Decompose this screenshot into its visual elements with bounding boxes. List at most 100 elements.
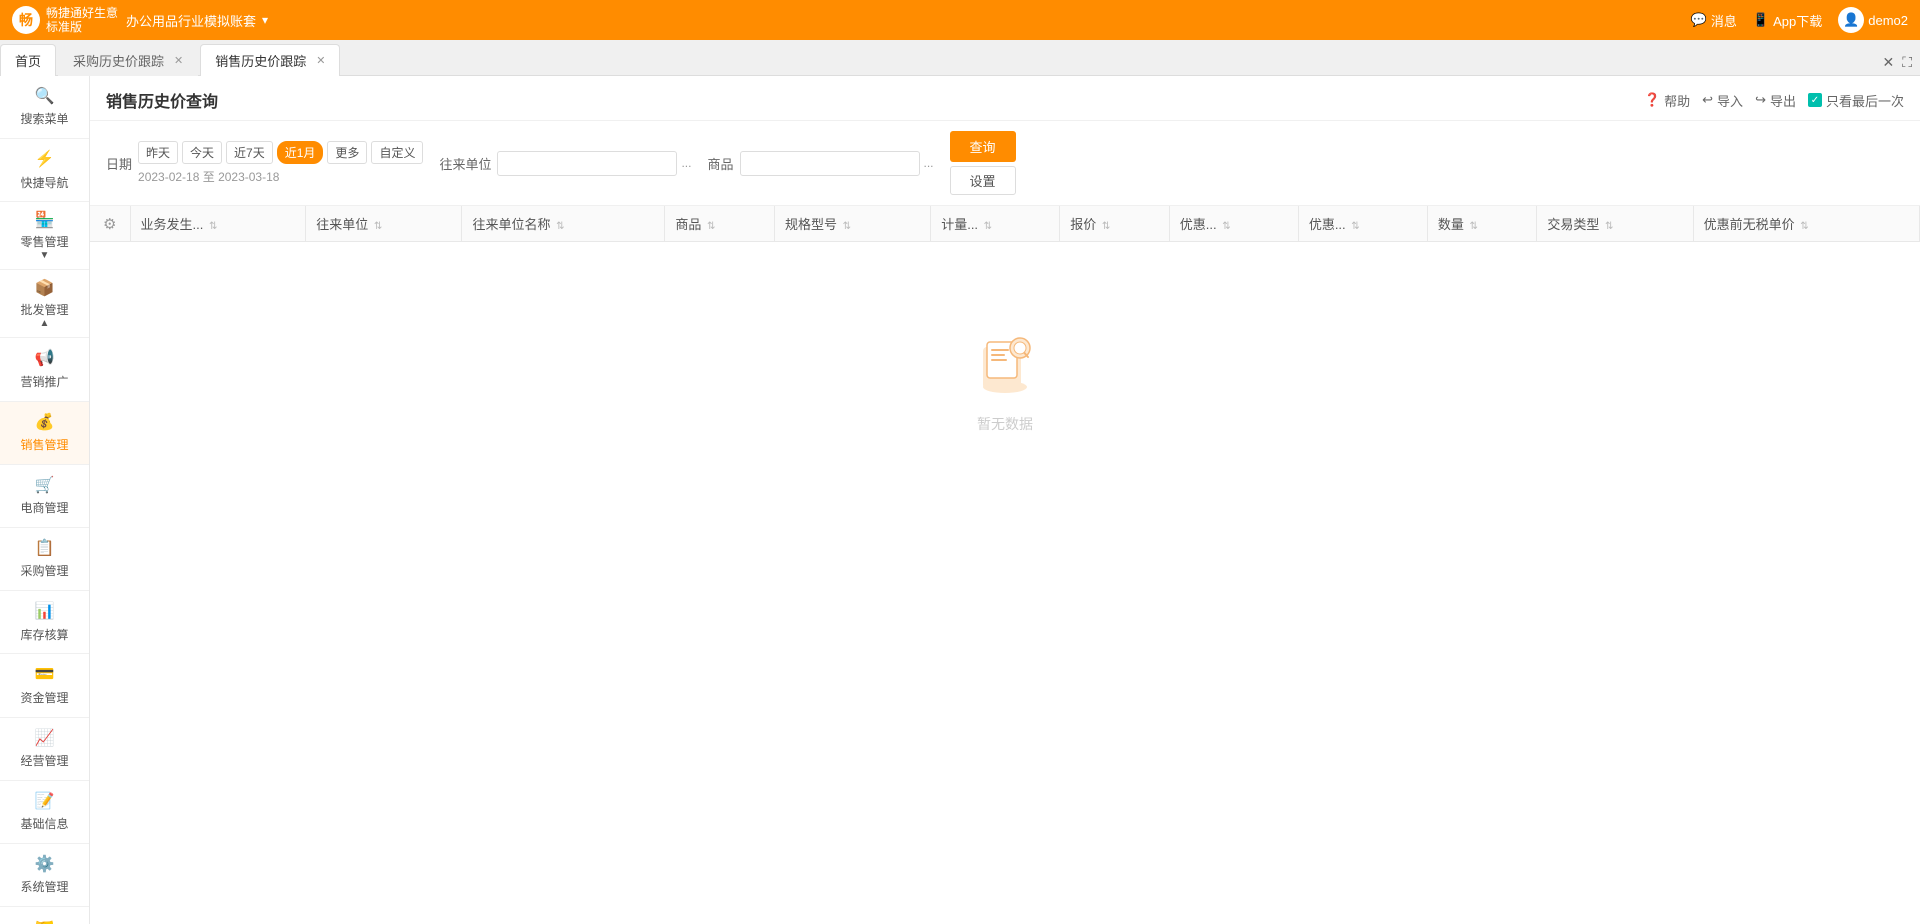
tab-purchase-close[interactable]: ✕ — [174, 54, 183, 67]
app-dropdown-btn[interactable]: ▾ — [262, 13, 268, 27]
page-header: 销售历史价查询 ❓ 帮助 ↩ 导入 ↪ 导出 ✓ 只看最后一次 — [90, 76, 1920, 121]
sidebar: 🔍 搜索菜单 ⚡ 快捷导航 🏪 零售管理 ▼ 📦 批发管理 ▲ 📢 营销推广 💰… — [0, 76, 90, 924]
export-btn[interactable]: ↪ 导出 — [1755, 91, 1796, 110]
quick-nav-icon: ⚡ — [35, 149, 55, 171]
import-btn[interactable]: ↩ 导入 — [1702, 91, 1743, 110]
tab-sales-close[interactable]: ✕ — [316, 54, 325, 67]
tab-bar-actions: ✕ ⛶ — [1882, 54, 1920, 75]
table-col-qty[interactable]: 数量 ⇅ — [1427, 206, 1537, 242]
sidebar-item-marketing[interactable]: 📢 营销推广 — [0, 338, 89, 401]
sort-icon-trade-type: ⇅ — [1605, 221, 1613, 232]
sidebar-item-system[interactable]: ⚙️ 系统管理 — [0, 844, 89, 907]
date-btn-today[interactable]: 今天 — [182, 141, 222, 164]
sidebar-item-search-menu[interactable]: 🔍 搜索菜单 — [0, 76, 89, 139]
operations-icon: 📈 — [35, 728, 55, 750]
empty-illustration — [965, 322, 1045, 402]
retail-arrow-icon: ▼ — [40, 250, 50, 261]
sidebar-item-sales-mgmt[interactable]: 💰 销售管理 — [0, 402, 89, 465]
table-col-trade-type[interactable]: 交易类型 ⇅ — [1537, 206, 1693, 242]
sidebar-item-operations[interactable]: 📈 经营管理 — [0, 718, 89, 781]
search-icon: 🔍 — [35, 86, 55, 108]
table-col-pretax-price[interactable]: 优惠前无税单价 ⇅ — [1693, 206, 1919, 242]
table-col-spec[interactable]: 规格型号 ⇅ — [774, 206, 930, 242]
settings-button[interactable]: 设置 — [950, 166, 1016, 195]
data-table: ⚙ 业务发生... ⇅ 往来单位 ⇅ 往来单位名称 ⇅ — [90, 206, 1920, 242]
goods-input-group: ... — [740, 151, 934, 176]
table-col-unit[interactable]: 计量... ⇅ — [931, 206, 1060, 242]
sidebar-item-basic-info[interactable]: 📝 基础信息 — [0, 781, 89, 844]
filter-actions: 查询 设置 — [950, 131, 1016, 195]
partner-filter-group: 往来单位 ... — [439, 151, 691, 176]
system-icon: ⚙️ — [35, 854, 55, 876]
table-col-gear[interactable]: ⚙ — [90, 206, 130, 242]
top-bar: 畅 畅捷通好生意 标准版 办公用品行业模拟账套 ▾ 💬 消息 📱 App下载 👤… — [0, 0, 1920, 40]
table-col-price[interactable]: 报价 ⇅ — [1060, 206, 1170, 242]
date-range-text: 2023-02-18 至 2023-03-18 — [138, 168, 423, 185]
sort-icon-qty: ⇅ — [1469, 221, 1477, 232]
app-download-btn[interactable]: 📱 App下载 — [1753, 11, 1822, 30]
table-col-discount2[interactable]: 优惠... ⇅ — [1298, 206, 1427, 242]
sort-icon-discount1: ⇅ — [1222, 221, 1230, 232]
wholesale-icon: 📦 — [35, 278, 55, 298]
partner-input-group: ... — [497, 151, 691, 176]
partner-label: 往来单位 — [439, 154, 491, 173]
date-btn-yesterday[interactable]: 昨天 — [138, 141, 178, 164]
date-filter-group: 日期 昨天 今天 近7天 近1月 更多 自定义 2023-02-18 至 202… — [106, 141, 423, 185]
partner-suffix-icon[interactable]: ... — [681, 156, 691, 170]
date-btn-1month[interactable]: 近1月 — [277, 141, 324, 164]
goods-label: 商品 — [707, 154, 733, 173]
app-name: 办公用品行业模拟账套 ▾ — [126, 11, 268, 30]
close-all-tabs-btn[interactable]: ✕ — [1882, 54, 1894, 71]
basic-info-icon: 📝 — [35, 791, 55, 813]
date-btn-custom[interactable]: 自定义 — [371, 141, 423, 164]
table-col-goods[interactable]: 商品 ⇅ — [665, 206, 775, 242]
help-btn[interactable]: ❓ 帮助 — [1644, 91, 1690, 110]
user-avatar[interactable]: 👤 demo2 — [1838, 7, 1908, 33]
sidebar-item-enterprise-collab[interactable]: 🤝 企业协同 — [0, 907, 89, 924]
sidebar-item-quick-nav[interactable]: ⚡ 快捷导航 — [0, 139, 89, 202]
help-icon: ❓ — [1644, 92, 1660, 108]
table-col-partner-name[interactable]: 往来单位名称 ⇅ — [462, 206, 665, 242]
partner-input[interactable] — [497, 151, 677, 176]
tab-bar: 首页 采购历史价跟踪 ✕ 销售历史价跟踪 ✕ ✕ ⛶ — [0, 40, 1920, 76]
column-settings-icon[interactable]: ⚙ — [103, 216, 116, 233]
date-btn-7days[interactable]: 近7天 — [226, 141, 273, 164]
sort-icon-pretax-price: ⇅ — [1800, 221, 1808, 232]
message-btn[interactable]: 💬 消息 — [1691, 11, 1737, 30]
marketing-icon: 📢 — [35, 348, 55, 370]
phone-icon: 📱 — [1753, 12, 1769, 28]
tab-home[interactable]: 首页 — [0, 44, 56, 76]
sidebar-item-inventory[interactable]: 📊 库存核算 — [0, 591, 89, 654]
goods-input[interactable] — [740, 151, 920, 176]
date-btn-more[interactable]: 更多 — [327, 141, 367, 164]
table-col-discount1[interactable]: 优惠... ⇅ — [1169, 206, 1298, 242]
expand-btn[interactable]: ⛶ — [1902, 54, 1912, 71]
filter-bar: 日期 昨天 今天 近7天 近1月 更多 自定义 2023-02-18 至 202… — [90, 121, 1920, 206]
top-bar-right: 💬 消息 📱 App下载 👤 demo2 — [1691, 7, 1908, 33]
sidebar-item-purchase[interactable]: 📋 采购管理 — [0, 528, 89, 591]
purchase-icon: 📋 — [35, 538, 55, 560]
sort-icon-biz-date: ⇅ — [209, 221, 217, 232]
logo-text: 畅捷通好生意 标准版 — [46, 6, 118, 35]
sort-icon-price: ⇅ — [1102, 221, 1110, 232]
message-icon: 💬 — [1691, 12, 1707, 28]
query-button[interactable]: 查询 — [950, 131, 1016, 162]
tab-purchase-history[interactable]: 采购历史价跟踪 ✕ — [58, 44, 198, 76]
sidebar-item-ecommerce[interactable]: 🛒 电商管理 — [0, 465, 89, 528]
logo-icon: 畅 — [12, 6, 40, 34]
goods-suffix-icon[interactable]: ... — [924, 156, 934, 170]
sidebar-item-finance[interactable]: 💳 资金管理 — [0, 654, 89, 717]
sort-icon-goods: ⇅ — [707, 221, 715, 232]
sidebar-item-retail-mgmt[interactable]: 🏪 零售管理 ▼ — [0, 202, 89, 270]
sidebar-item-wholesale-mgmt[interactable]: 📦 批发管理 ▲ — [0, 270, 89, 338]
only-last-checkbox: ✓ — [1808, 93, 1822, 107]
tab-sales-history[interactable]: 销售历史价跟踪 ✕ — [200, 44, 340, 76]
empty-text: 暂无数据 — [977, 414, 1033, 434]
only-last-btn[interactable]: ✓ 只看最后一次 — [1808, 91, 1904, 110]
import-icon: ↩ — [1702, 92, 1713, 108]
sort-icon-spec: ⇅ — [843, 221, 851, 232]
sort-icon-partner-name: ⇅ — [556, 221, 564, 232]
table-col-partner-code[interactable]: 往来单位 ⇅ — [306, 206, 462, 242]
ecommerce-icon: 🛒 — [35, 475, 55, 497]
table-col-biz-date[interactable]: 业务发生... ⇅ — [130, 206, 306, 242]
